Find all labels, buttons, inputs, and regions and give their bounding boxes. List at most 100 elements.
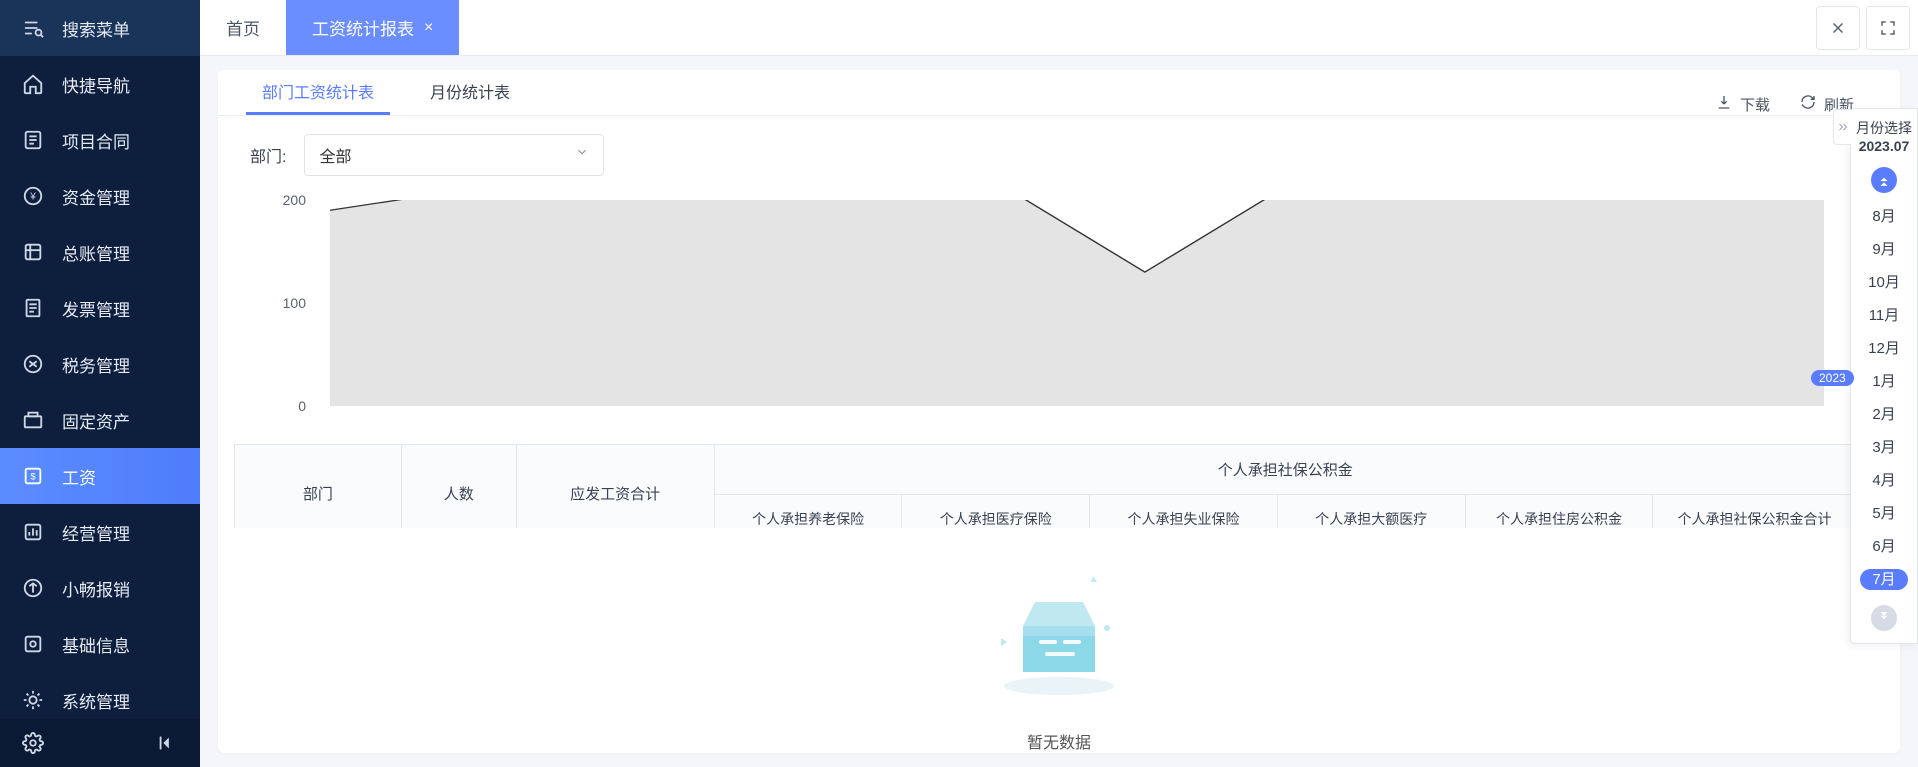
month-scroll-down[interactable] — [1871, 605, 1897, 631]
month-option-label: 1月 — [1872, 373, 1895, 390]
sidebar-item-home[interactable]: 快捷导航 — [0, 56, 200, 112]
chevron-down-icon — [575, 145, 589, 164]
month-option-label: 4月 — [1872, 472, 1895, 489]
month-option[interactable]: 6月 — [1851, 529, 1917, 562]
funds-icon — [22, 185, 44, 207]
invoice-icon — [22, 297, 44, 319]
sidebar-item-label: 搜索菜单 — [62, 16, 130, 41]
month-option[interactable]: 4月 — [1851, 463, 1917, 496]
page-tab[interactable]: 首页 — [200, 0, 286, 55]
month-picker-title: 月份选择 — [1856, 120, 1912, 136]
main: 首页 工资统计报表 × 部门工资统计表 月份统计表 — [200, 0, 1918, 767]
department-select-value: 全部 — [319, 143, 351, 167]
month-picker-collapse[interactable] — [1833, 109, 1851, 145]
month-option[interactable]: 7月 — [1851, 562, 1917, 595]
asset-icon — [22, 409, 44, 431]
sidebar-item-base[interactable]: 基础信息 — [0, 616, 200, 672]
month-option[interactable]: 8月 — [1851, 199, 1917, 232]
month-option[interactable]: 20231月 — [1851, 364, 1917, 397]
page-tab[interactable]: 工资统计报表 × — [286, 0, 459, 55]
inner-tab-department[interactable]: 部门工资统计表 — [246, 70, 390, 115]
gear-icon[interactable] — [22, 733, 44, 753]
download-label: 下载 — [1740, 94, 1770, 115]
salary-table: 部门 人数 应发工资合计 个人承担社保公积金 公司承担 个人承担养老保险个人承担… — [234, 444, 1884, 528]
chart-y-tick: 0 — [298, 398, 306, 414]
inner-tab-label: 部门工资统计表 — [262, 79, 374, 103]
month-option[interactable]: 3月 — [1851, 430, 1917, 463]
sidebar-item-expense[interactable]: 小畅报销 — [0, 560, 200, 616]
download-icon — [1716, 94, 1732, 114]
chart-y-tick: 100 — [283, 295, 306, 311]
month-option[interactable]: 11月 — [1851, 298, 1917, 331]
department-filter-label: 部门: — [250, 143, 286, 167]
download-button[interactable]: 下载 — [1716, 94, 1770, 115]
inner-tab-month[interactable]: 月份统计表 — [414, 70, 526, 115]
month-option[interactable]: 9月 — [1851, 232, 1917, 265]
month-option-label: 11月 — [1869, 307, 1900, 324]
fullscreen-button[interactable] — [1866, 6, 1910, 50]
page-tab-bar: 首页 工资统计报表 × — [200, 0, 1918, 56]
sidebar-item-manage[interactable]: 经营管理 — [0, 504, 200, 560]
month-option-label: 12月 — [1868, 340, 1900, 357]
filter-row: 部门: 全部 — [218, 116, 1900, 186]
month-option-label: 5月 — [1872, 505, 1895, 522]
sidebar-item-label: 经营管理 — [62, 520, 130, 545]
expense-icon — [22, 577, 44, 599]
month-option-label: 10月 — [1868, 274, 1900, 291]
sidebar-item-search-list[interactable]: 搜索菜单 — [0, 0, 200, 56]
manage-icon — [22, 521, 44, 543]
col-sub: 个人承担养老保险 — [714, 494, 902, 528]
col-gross: 应发工资合计 — [516, 444, 714, 528]
department-select[interactable]: 全部 — [304, 134, 604, 176]
report-card: 部门工资统计表 月份统计表 下载 — [218, 70, 1900, 753]
tax-icon — [22, 353, 44, 375]
sidebar-item-system[interactable]: 系统管理 — [0, 672, 200, 719]
sidebar-item-invoice[interactable]: 发票管理 — [0, 280, 200, 336]
page-tab-label: 工资统计报表 — [312, 15, 414, 40]
sidebar-footer — [0, 719, 200, 767]
month-picker-panel: 月份选择 2023.07 8月 9月 10月 11月 12月 20231月2月 3月 4月 5月… — [1850, 108, 1918, 644]
refresh-icon — [1800, 94, 1816, 114]
month-option[interactable]: 5月 — [1851, 496, 1917, 529]
col-department: 部门 — [235, 444, 402, 528]
month-option-label: 3月 — [1872, 439, 1895, 456]
salary-area-chart: 0100200 — [270, 186, 1866, 426]
month-scroll-up[interactable] — [1871, 167, 1897, 193]
year-badge: 2023 — [1811, 370, 1854, 386]
col-sub: 个人承担社保公积金合计 — [1653, 494, 1856, 528]
collapse-icon[interactable] — [156, 733, 178, 753]
sidebar-item-tax[interactable]: 税务管理 — [0, 336, 200, 392]
inner-tab-label: 月份统计表 — [430, 79, 510, 103]
sidebar-item-salary[interactable]: 工资 — [0, 448, 200, 504]
col-sub: 个人承担住房公积金 — [1465, 494, 1653, 528]
sidebar-item-label: 资金管理 — [62, 184, 130, 209]
salary-table-scroll[interactable]: 部门 人数 应发工资合计 个人承担社保公积金 公司承担 个人承担养老保险个人承担… — [234, 444, 1884, 528]
sidebar-item-label: 快捷导航 — [62, 72, 130, 97]
sidebar-item-asset[interactable]: 固定资产 — [0, 392, 200, 448]
report-inner-tabs: 部门工资统计表 月份统计表 下载 — [218, 70, 1900, 116]
base-icon — [22, 633, 44, 655]
month-option-label: 8月 — [1872, 208, 1895, 225]
month-option[interactable]: 12月 — [1851, 331, 1917, 364]
month-picker-current: 2023.07 — [1855, 137, 1913, 155]
col-sub: 个人承担失业保险 — [1090, 494, 1278, 528]
empty-text: 暂无数据 — [1027, 729, 1091, 753]
month-option[interactable]: 2月 — [1851, 397, 1917, 430]
sidebar-item-label: 小畅报销 — [62, 576, 130, 601]
sidebar-item-funds[interactable]: 资金管理 — [0, 168, 200, 224]
month-option-label: 9月 — [1872, 241, 1895, 258]
page-tab-label: 首页 — [226, 15, 260, 40]
home-icon — [22, 73, 44, 95]
month-option[interactable]: 10月 — [1851, 265, 1917, 298]
sidebar-item-label: 固定资产 — [62, 408, 130, 433]
sidebar-item-label: 项目合同 — [62, 128, 130, 153]
col-sub: 个人承担医疗保险 — [902, 494, 1090, 528]
sidebar-item-contract[interactable]: 项目合同 — [0, 112, 200, 168]
col-sub: 个人承担大额医疗 — [1277, 494, 1465, 528]
close-all-tabs-button[interactable] — [1816, 6, 1860, 50]
sidebar-item-label: 税务管理 — [62, 352, 130, 377]
sidebar-item-label: 基础信息 — [62, 632, 130, 657]
sidebar-item-ledger[interactable]: 总账管理 — [0, 224, 200, 280]
system-icon — [22, 689, 44, 711]
close-icon[interactable]: × — [424, 20, 433, 36]
